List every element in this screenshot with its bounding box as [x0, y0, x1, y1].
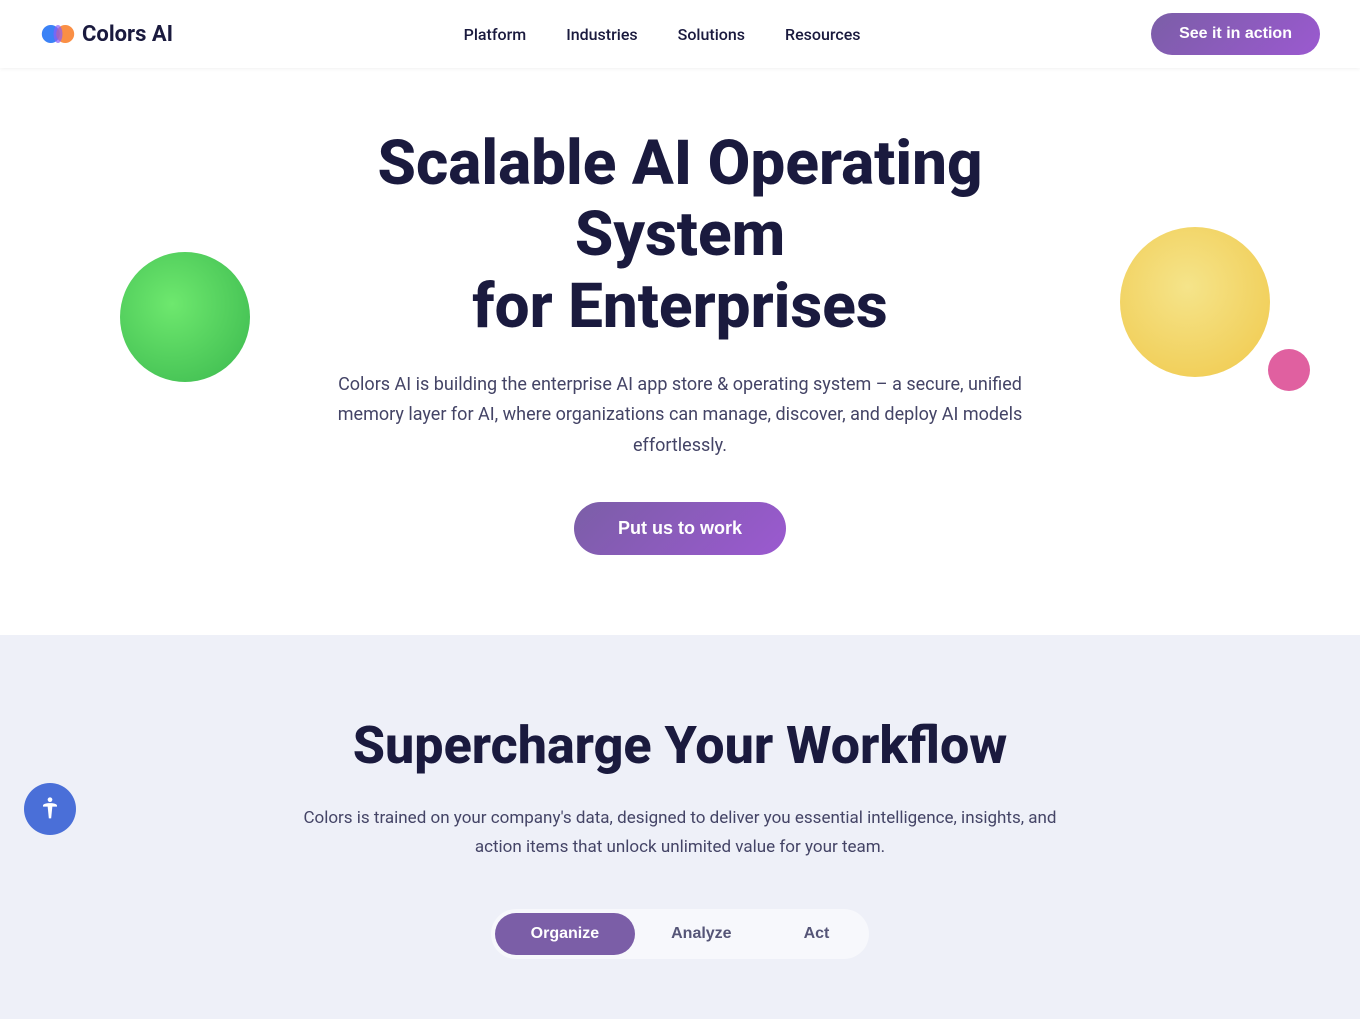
logo-icon [40, 16, 76, 52]
hero-cta-button[interactable]: Put us to work [574, 502, 786, 555]
tab-organize[interactable]: Organize [495, 913, 635, 955]
deco-green-circle [120, 252, 250, 382]
logo-link[interactable]: Colors AI [40, 16, 173, 52]
hero-title: Scalable AI Operating System for Enterpr… [300, 128, 1060, 342]
workflow-section: Supercharge Your Workflow Colors is trai… [0, 635, 1360, 1019]
nav-cta-button[interactable]: See it in action [1151, 13, 1320, 55]
hero-section: Scalable AI Operating System for Enterpr… [0, 0, 1360, 635]
nav-platform[interactable]: Platform [464, 25, 527, 44]
nav-industries[interactable]: Industries [566, 25, 637, 44]
accessibility-icon [36, 795, 64, 823]
workflow-title: Supercharge Your Workflow [40, 715, 1320, 776]
nav-solutions[interactable]: Solutions [678, 25, 745, 44]
deco-yellow-circle [1120, 227, 1270, 377]
main-nav: Colors AI Platform Industries Solutions … [0, 0, 1360, 68]
hero-title-line2: for Enterprises [472, 270, 887, 343]
workflow-tabs: Organize Analyze Act [491, 909, 870, 959]
deco-pink-circle [1268, 349, 1310, 391]
accessibility-button[interactable] [24, 783, 76, 835]
tab-act[interactable]: Act [768, 913, 866, 955]
hero-content: Scalable AI Operating System for Enterpr… [280, 68, 1080, 635]
workflow-subtitle: Colors is trained on your company's data… [290, 804, 1070, 862]
tab-analyze[interactable]: Analyze [635, 913, 767, 955]
logo-text: Colors AI [82, 22, 173, 47]
hero-subtitle: Colors AI is building the enterprise AI … [330, 370, 1030, 462]
hero-title-line1: Scalable AI Operating System [378, 127, 983, 271]
nav-resources[interactable]: Resources [785, 25, 861, 44]
nav-links: Platform Industries Solutions Resources [464, 25, 861, 44]
